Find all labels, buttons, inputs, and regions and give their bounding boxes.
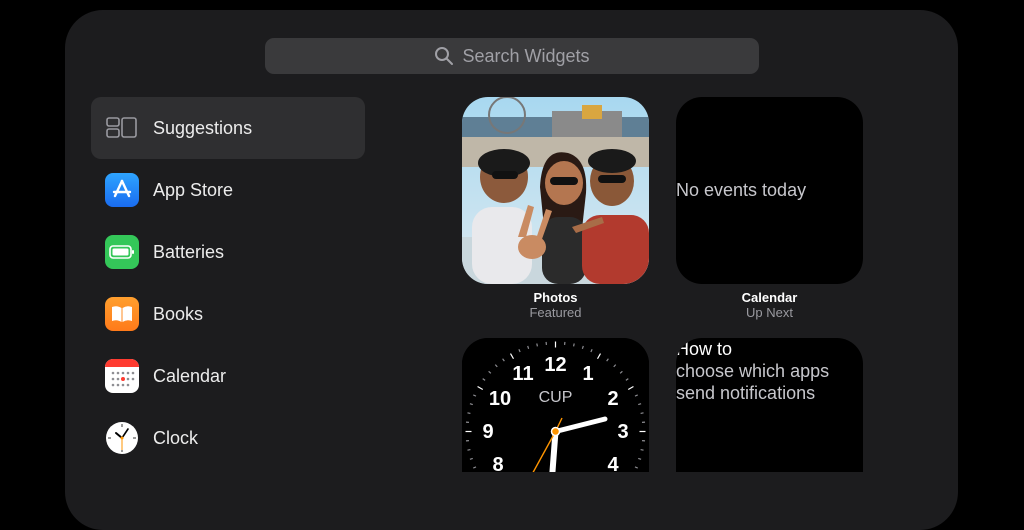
tips-widget-text: How to choose which apps send notificati… (676, 338, 863, 404)
calendar-widget-subtitle: Up Next (676, 305, 863, 320)
clock-number: 10 (489, 388, 511, 410)
calendar-widget[interactable]: No events today (676, 97, 863, 284)
battery-icon (105, 235, 139, 269)
clock-number: 12 (544, 354, 566, 376)
clock-city-label: CUP (539, 389, 573, 406)
tips-line: choose which apps (676, 360, 863, 382)
clock-number: 9 (482, 421, 493, 443)
clock-number: 4 (607, 454, 619, 472)
clock-tick (467, 450, 470, 451)
analog-clock-face: 12 1 2 3 4 5 6 7 8 9 10 11 CUP (462, 338, 649, 472)
sidebar-item-books[interactable]: Books (91, 283, 365, 345)
sidebar-item-clock[interactable]: Clock (91, 407, 365, 469)
sidebar-item-label: Clock (153, 428, 198, 449)
app-store-icon (105, 173, 139, 207)
sidebar-item-batteries[interactable]: Batteries (91, 221, 365, 283)
sidebar-item-label: Batteries (153, 242, 224, 263)
search-widgets-field[interactable]: Search Widgets (265, 38, 759, 74)
clock-number: 8 (492, 454, 503, 472)
clock-tick (641, 413, 644, 414)
sidebar-item-label: Suggestions (153, 118, 252, 139)
sidebar-item-label: Calendar (153, 366, 226, 387)
photos-widget-title: Photos (462, 290, 649, 305)
clock-tick (537, 343, 538, 346)
calendar-icon (105, 359, 139, 393)
books-icon (105, 297, 139, 331)
clock-tick (467, 413, 470, 414)
clock-number: 2 (607, 388, 618, 410)
sidebar-item-app-store[interactable]: App Store (91, 159, 365, 221)
sidebar-item-label: Books (153, 304, 203, 325)
search-placeholder: Search Widgets (462, 46, 589, 67)
clock-widget[interactable]: 12 1 2 3 4 5 6 7 8 9 10 11 CUP (462, 338, 649, 472)
clock-number: 1 (582, 363, 593, 385)
sidebar-item-calendar[interactable]: Calendar (91, 345, 365, 407)
featured-photo (462, 97, 649, 284)
clock-number: 3 (617, 421, 628, 443)
sidebar-item-label: App Store (153, 180, 233, 201)
widget-sidebar: Suggestions App Store Batteries (91, 97, 365, 469)
calendar-widget-status: No events today (676, 180, 806, 201)
clock-tick (641, 450, 644, 451)
tips-line: send notifications (676, 382, 863, 404)
clock-icon (105, 421, 139, 455)
suggestions-icon (105, 111, 139, 145)
search-icon (434, 46, 454, 66)
calendar-widget-title: Calendar (676, 290, 863, 305)
sidebar-item-suggestions[interactable]: Suggestions (91, 97, 365, 159)
clock-number: 11 (512, 363, 533, 385)
photos-widget[interactable] (462, 97, 649, 284)
photos-widget-subtitle: Featured (462, 305, 649, 320)
clock-tick (574, 343, 575, 346)
tips-line: How to (676, 338, 863, 360)
tips-widget[interactable]: How to choose which apps send notificati… (676, 338, 863, 472)
